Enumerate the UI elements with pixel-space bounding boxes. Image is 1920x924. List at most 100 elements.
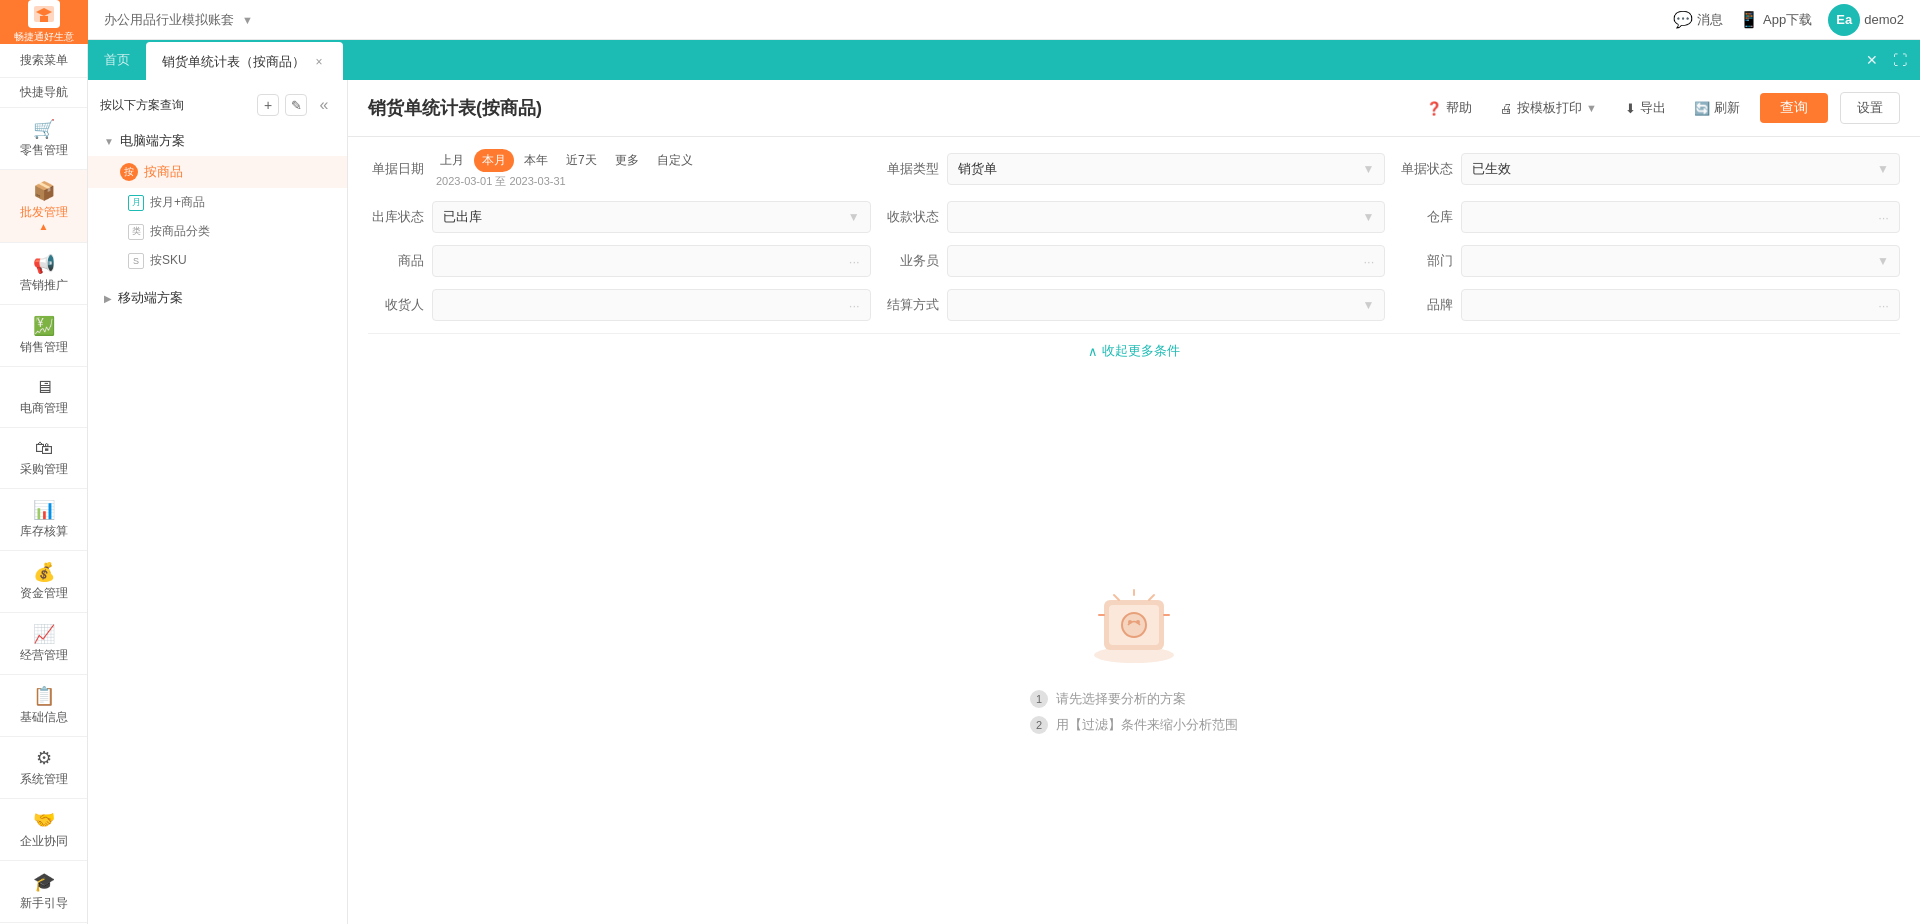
empty-tip-2: 2 用【过滤】条件来缩小分析范围 [1030, 716, 1238, 734]
sidebar-item-basic[interactable]: 📋 基础信息 [0, 675, 87, 737]
settings-btn[interactable]: 设置 [1840, 92, 1900, 124]
doc-status-label: 单据状态 [1397, 160, 1453, 178]
download-icon: 📱 [1739, 10, 1759, 29]
query-btn[interactable]: 查询 [1760, 93, 1828, 123]
content-area: 按以下方案查询 + ✎ « ▼ 电脑端方案 按 按商品 月 [88, 80, 1920, 924]
sidebar-item-enterprise[interactable]: 🤝 企业协同 [0, 799, 87, 861]
warehouse-dots-icon[interactable]: ··· [1878, 210, 1889, 225]
message-btn[interactable]: 💬 消息 [1673, 10, 1723, 29]
refresh-btn[interactable]: 🔄 刷新 [1686, 95, 1748, 121]
doc-type-select[interactable]: 销货单 ▼ [947, 153, 1386, 185]
date-tab-last-month[interactable]: 上月 [432, 149, 472, 172]
sidebar-item-newuser[interactable]: 🎓 新手引导 [0, 861, 87, 923]
product-label: 商品 [368, 252, 424, 270]
date-range-text: 2023-03-01 至 2023-03-31 [432, 174, 871, 189]
app-logo: 畅捷通好生意 [0, 0, 88, 44]
print-btn[interactable]: 🖨 按模板打印 ▼ [1492, 95, 1605, 121]
doc-status-select[interactable]: 已生效 ▼ [1461, 153, 1900, 185]
dept-select[interactable]: ▼ [1461, 245, 1900, 277]
product-input[interactable]: ··· [432, 245, 871, 277]
quick-nav[interactable]: 快捷导航 [0, 78, 87, 108]
scheme-group-desktop-title[interactable]: ▼ 电脑端方案 [88, 126, 347, 156]
date-tab-this-month[interactable]: 本月 [474, 149, 514, 172]
breadcrumb-arrow-icon[interactable]: ▼ [242, 14, 253, 26]
search-menu[interactable]: 搜索菜单 [0, 44, 87, 78]
sidebar-item-purchase[interactable]: 🛍 采购管理 [0, 428, 87, 489]
page-actions: ❓ 帮助 🖨 按模板打印 ▼ ⬇ 导出 🔄 [1418, 92, 1900, 124]
tab-close-window-btn[interactable]: ✕ [1860, 48, 1884, 72]
help-btn[interactable]: ❓ 帮助 [1418, 95, 1480, 121]
scheme-label-sku: 按SKU [150, 252, 187, 269]
avatar[interactable]: Ea [1828, 4, 1860, 36]
recipient-dots-icon[interactable]: ··· [849, 298, 860, 313]
user-area[interactable]: Ea demo2 [1828, 4, 1904, 36]
tab-close-btn[interactable]: × [311, 54, 327, 70]
sidebar-item-retail[interactable]: 🛒 零售管理 [0, 108, 87, 170]
settlement-select[interactable]: ▼ [947, 289, 1386, 321]
marketing-icon: 📢 [33, 253, 55, 275]
scheme-group-desktop: ▼ 电脑端方案 按 按商品 月 按月+商品 类 按商品分类 S 按SKU [88, 122, 347, 279]
scheme-sub-item-month-product[interactable]: 月 按月+商品 [88, 188, 347, 217]
help-icon: ❓ [1426, 101, 1442, 116]
inventory-icon: 📊 [33, 499, 55, 521]
recipient-input[interactable]: ··· [432, 289, 871, 321]
edit-scheme-btn[interactable]: ✎ [285, 94, 307, 116]
date-tab-this-year[interactable]: 本年 [516, 149, 556, 172]
out-status-select[interactable]: 已出库 ▼ [432, 201, 871, 233]
salesperson-dots-icon[interactable]: ··· [1363, 254, 1374, 269]
tab-sales-report[interactable]: 销货单统计表（按商品） × [146, 42, 343, 82]
add-scheme-btn[interactable]: + [257, 94, 279, 116]
sidebar-item-inventory[interactable]: 📊 库存核算 [0, 489, 87, 551]
filter-out-status: 出库状态 已出库 ▼ [368, 201, 871, 233]
sidebar-item-sales[interactable]: 💹 销售管理 [0, 305, 87, 367]
svg-point-6 [1128, 620, 1132, 624]
sidebar-item-finance[interactable]: 💰 资金管理 [0, 551, 87, 613]
mobile-group-label: 移动端方案 [118, 289, 183, 307]
help-label: 帮助 [1446, 99, 1472, 117]
tab-home[interactable]: 首页 [88, 40, 146, 80]
page-title: 销货单统计表(按商品) [368, 96, 542, 120]
sub-icon-category: 类 [128, 224, 144, 240]
sidebar-item-wholesale[interactable]: 📦 批发管理 ▲ [0, 170, 87, 243]
warehouse-input[interactable]: ··· [1461, 201, 1900, 233]
tip-text-2: 用【过滤】条件来缩小分析范围 [1056, 716, 1238, 734]
sidebar-item-system[interactable]: ⚙ 系统管理 [0, 737, 87, 799]
app-download-btn[interactable]: 📱 App下载 [1739, 10, 1812, 29]
export-btn[interactable]: ⬇ 导出 [1617, 95, 1674, 121]
out-status-value: 已出库 [443, 208, 848, 226]
product-dots-icon[interactable]: ··· [849, 254, 860, 269]
tip-num-2: 2 [1030, 716, 1048, 734]
chevron-right-icon: ▶ [104, 293, 112, 304]
svg-point-7 [1136, 620, 1140, 624]
main-area: 办公用品行业模拟账套 ▼ 💬 消息 📱 App下载 Ea demo2 首页 销货… [88, 0, 1920, 924]
refresh-icon: 🔄 [1694, 101, 1710, 116]
sidebar-item-operations[interactable]: 📈 经营管理 [0, 613, 87, 675]
top-header: 办公用品行业模拟账套 ▼ 💬 消息 📱 App下载 Ea demo2 [88, 0, 1920, 40]
filter-row-4: 收货人 ··· 结算方式 ▼ 品牌 [368, 289, 1900, 321]
scheme-group-mobile-title[interactable]: ▶ 移动端方案 [88, 283, 347, 313]
scheme-sub-item-sku[interactable]: S 按SKU [88, 246, 347, 275]
salesperson-input[interactable]: ··· [947, 245, 1386, 277]
sales-icon: 💹 [33, 315, 55, 337]
brand-input[interactable]: ··· [1461, 289, 1900, 321]
dept-label: 部门 [1397, 252, 1453, 270]
print-label: 按模板打印 [1517, 99, 1582, 117]
sidebar-item-ecommerce[interactable]: 🖥 电商管理 [0, 367, 87, 428]
scheme-item-by-product[interactable]: 按 按商品 [88, 156, 347, 188]
scheme-sub-item-category[interactable]: 类 按商品分类 [88, 217, 347, 246]
brand-dots-icon[interactable]: ··· [1878, 298, 1889, 313]
date-tab-last7[interactable]: 近7天 [558, 149, 605, 172]
date-tab-custom[interactable]: 自定义 [649, 149, 701, 172]
collapse-panel-btn[interactable]: « [313, 94, 335, 116]
tab-maximize-btn[interactable]: ⛶ [1888, 48, 1912, 72]
svg-rect-1 [40, 16, 48, 22]
date-tab-more[interactable]: 更多 [607, 149, 647, 172]
sub-icon-sku: S [128, 253, 144, 269]
empty-tips: 1 请先选择要分析的方案 2 用【过滤】条件来缩小分析范围 [1030, 690, 1238, 734]
sidebar-item-marketing[interactable]: 📢 营销推广 [0, 243, 87, 305]
settlement-arrow-icon: ▼ [1362, 298, 1374, 312]
out-status-label: 出库状态 [368, 208, 424, 226]
collapse-more-btn[interactable]: ∧ 收起更多条件 [368, 333, 1900, 368]
basic-icon: 📋 [33, 685, 55, 707]
receipt-status-select[interactable]: ▼ [947, 201, 1386, 233]
